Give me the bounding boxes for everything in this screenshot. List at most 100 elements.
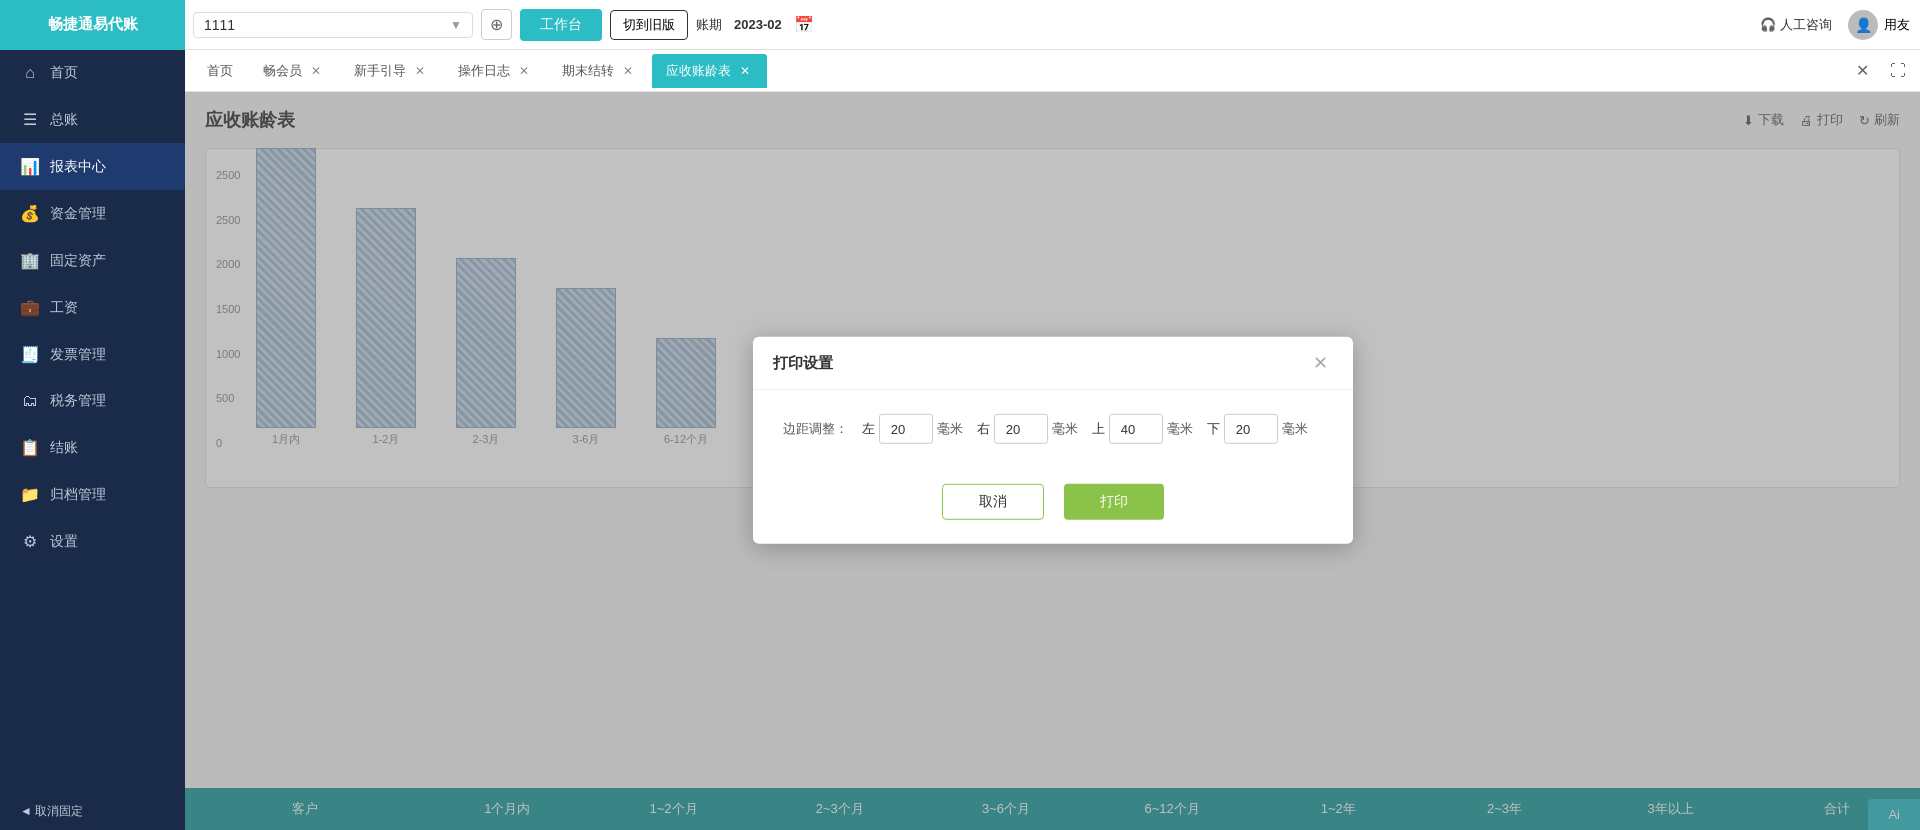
tab-actions: ✕ ⛶ [1848, 57, 1912, 85]
tab-home[interactable]: 首页 [193, 54, 247, 88]
period-value: 2023-02 [734, 17, 782, 32]
print-settings-dialog: 打印设置 ✕ 边距调整： 左 毫米 右 毫米 [753, 337, 1353, 544]
main-layout: ⌂ 首页 ☰ 总账 📊 报表中心 💰 资金管理 🏢 固定资产 💼 工资 🧾 发票… [0, 50, 1920, 830]
ledger-icon: ☰ [20, 110, 40, 129]
top-label: 上 [1092, 420, 1105, 438]
top-margin-group: 上 毫米 [1092, 414, 1193, 444]
reports-icon: 📊 [20, 157, 40, 176]
tab-member[interactable]: 畅会员 ✕ [249, 54, 338, 88]
funds-icon: 💰 [20, 204, 40, 223]
user-name: 用友 [1884, 16, 1910, 34]
dialog-title: 打印设置 [773, 353, 833, 372]
sidebar-item-payroll[interactable]: 💼 工资 [0, 284, 185, 331]
bottom-unit: 毫米 [1282, 420, 1308, 438]
top-margin-input[interactable] [1109, 414, 1163, 444]
sidebar-item-reports[interactable]: 📊 报表中心 [0, 143, 185, 190]
top-bar: 畅捷通易代账 1111 ▼ ⊕ 工作台 切到旧版 账期 2023-02 📅 🎧 … [0, 0, 1920, 50]
left-unit: 毫米 [937, 420, 963, 438]
tab-period-end-close-icon[interactable]: ✕ [620, 63, 636, 79]
workbench-button[interactable]: 工作台 [520, 9, 602, 41]
right-label: 右 [977, 420, 990, 438]
payroll-icon: 💼 [20, 298, 40, 317]
tab-guide-label: 新手引导 [354, 62, 406, 80]
sidebar-label-funds: 资金管理 [50, 205, 106, 223]
settings-icon: ⚙ [20, 532, 40, 551]
close-books-icon: 📋 [20, 438, 40, 457]
sidebar-item-archive[interactable]: 📁 归档管理 [0, 471, 185, 518]
margin-row: 边距调整： 左 毫米 右 毫米 上 [783, 414, 1323, 444]
dialog-footer: 取消 打印 [753, 468, 1353, 544]
invoice-icon: 🧾 [20, 345, 40, 364]
sidebar-label-reports: 报表中心 [50, 158, 106, 176]
copy-button[interactable]: ⊕ [481, 9, 512, 40]
right-margin-group: 右 毫米 [977, 414, 1078, 444]
fullscreen-button[interactable]: ⛶ [1884, 57, 1912, 85]
left-label: 左 [862, 420, 875, 438]
left-margin-group: 左 毫米 [862, 414, 963, 444]
switch-version-button[interactable]: 切到旧版 [610, 10, 688, 40]
sidebar-collapse-button[interactable]: ◄ 取消固定 [0, 793, 185, 830]
bottom-label: 下 [1207, 420, 1220, 438]
sidebar-label-assets: 固定资产 [50, 252, 106, 270]
dropdown-arrow-icon: ▼ [450, 18, 462, 32]
sidebar-label-archive: 归档管理 [50, 486, 106, 504]
period-label: 账期 [696, 16, 722, 34]
tab-aging-label: 应收账龄表 [666, 62, 731, 80]
company-selector[interactable]: 1111 ▼ [193, 12, 473, 38]
bottom-margin-group: 下 毫米 [1207, 414, 1308, 444]
sidebar-label-settings: 设置 [50, 533, 78, 551]
sidebar-item-tax[interactable]: 🗂 税务管理 [0, 378, 185, 424]
tab-oplog-label: 操作日志 [458, 62, 510, 80]
sidebar-item-invoice[interactable]: 🧾 发票管理 [0, 331, 185, 378]
top-right-area: 🎧 人工咨询 👤 用友 [1760, 10, 1910, 40]
sidebar-item-assets[interactable]: 🏢 固定资产 [0, 237, 185, 284]
sidebar-label-home: 首页 [50, 64, 78, 82]
dialog-header: 打印设置 ✕ [753, 337, 1353, 390]
sidebar-item-ledger[interactable]: ☰ 总账 [0, 96, 185, 143]
collapse-label: ◄ 取消固定 [20, 803, 83, 820]
sidebar-item-settings[interactable]: ⚙ 设置 [0, 518, 185, 565]
assets-icon: 🏢 [20, 251, 40, 270]
sidebar-label-tax: 税务管理 [50, 392, 106, 410]
user-area[interactable]: 👤 用友 [1848, 10, 1910, 40]
tab-oplog-close-icon[interactable]: ✕ [516, 63, 532, 79]
right-margin-input[interactable] [994, 414, 1048, 444]
logo: 畅捷通易代账 [0, 0, 185, 50]
sidebar-item-funds[interactable]: 💰 资金管理 [0, 190, 185, 237]
tab-oplog[interactable]: 操作日志 ✕ [444, 54, 546, 88]
tab-period-end[interactable]: 期末结转 ✕ [548, 54, 650, 88]
sidebar-item-home[interactable]: ⌂ 首页 [0, 50, 185, 96]
sidebar-item-close[interactable]: 📋 结账 [0, 424, 185, 471]
headset-icon: 🎧 [1760, 17, 1776, 32]
tab-aging[interactable]: 应收账龄表 ✕ [652, 54, 767, 88]
tab-period-end-label: 期末结转 [562, 62, 614, 80]
tab-member-label: 畅会员 [263, 62, 302, 80]
archive-icon: 📁 [20, 485, 40, 504]
content-area: 首页 畅会员 ✕ 新手引导 ✕ 操作日志 ✕ 期末结转 ✕ 应收账龄表 ✕ [185, 50, 1920, 830]
calendar-icon[interactable]: 📅 [794, 15, 814, 34]
print-confirm-button[interactable]: 打印 [1064, 484, 1164, 520]
cancel-button[interactable]: 取消 [942, 484, 1044, 520]
tab-member-close-icon[interactable]: ✕ [308, 63, 324, 79]
margin-adjust-label: 边距调整： [783, 420, 848, 438]
support-label: 人工咨询 [1780, 16, 1832, 34]
tab-bar: 首页 畅会员 ✕ 新手引导 ✕ 操作日志 ✕ 期末结转 ✕ 应收账龄表 ✕ [185, 50, 1920, 92]
top-unit: 毫米 [1167, 420, 1193, 438]
sidebar: ⌂ 首页 ☰ 总账 📊 报表中心 💰 资金管理 🏢 固定资产 💼 工资 🧾 发票… [0, 50, 185, 830]
page-content: 应收账龄表 ⬇ 下载 🖨 打印 ↻ 刷新 [185, 92, 1920, 830]
support-button[interactable]: 🎧 人工咨询 [1760, 16, 1832, 34]
dialog-close-button[interactable]: ✕ [1309, 351, 1333, 375]
home-icon: ⌂ [20, 64, 40, 82]
company-name: 1111 [204, 17, 442, 33]
left-margin-input[interactable] [879, 414, 933, 444]
right-unit: 毫米 [1052, 420, 1078, 438]
bottom-margin-input[interactable] [1224, 414, 1278, 444]
sidebar-label-invoice: 发票管理 [50, 346, 106, 364]
avatar: 👤 [1848, 10, 1878, 40]
dialog-body: 边距调整： 左 毫米 右 毫米 上 [753, 390, 1353, 468]
sidebar-label-payroll: 工资 [50, 299, 78, 317]
tab-aging-close-icon[interactable]: ✕ [737, 63, 753, 79]
tab-guide[interactable]: 新手引导 ✕ [340, 54, 442, 88]
tab-guide-close-icon[interactable]: ✕ [412, 63, 428, 79]
close-tab-button[interactable]: ✕ [1848, 57, 1876, 85]
